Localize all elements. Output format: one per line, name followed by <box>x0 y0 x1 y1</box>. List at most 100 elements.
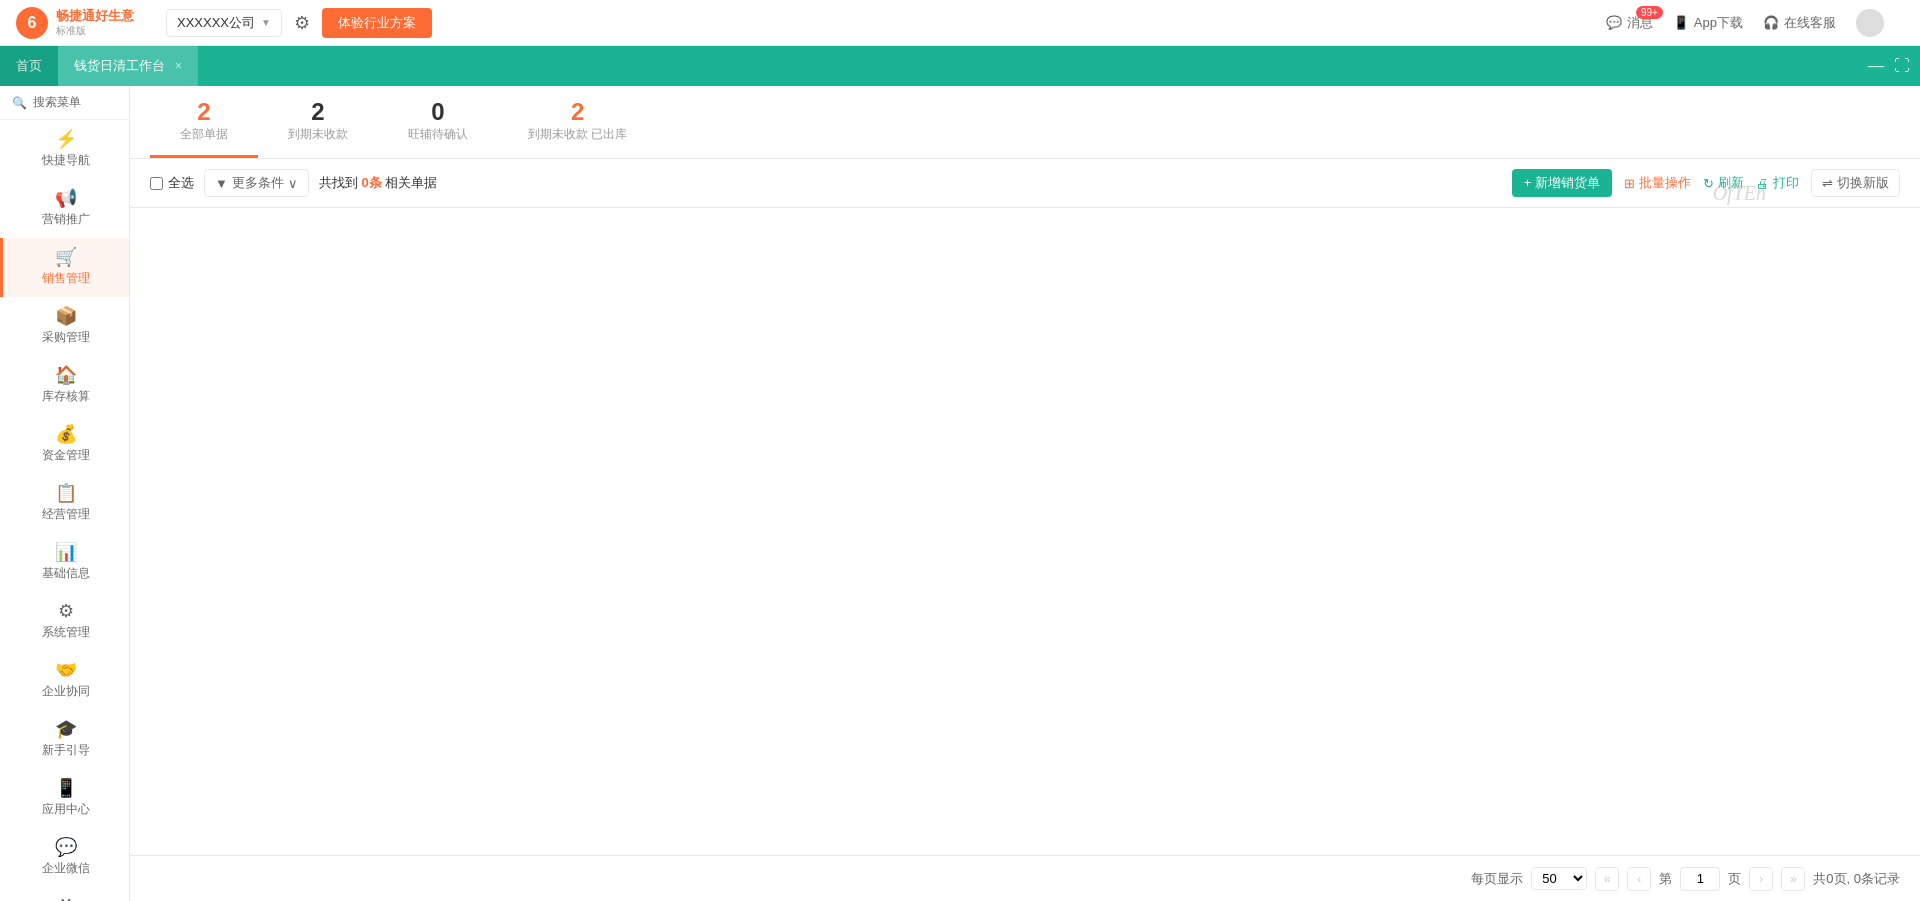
tab-bar: 首页 钱货日清工作台 × — ⛶ <box>0 46 1920 86</box>
stat-tab-overdue-unpaid[interactable]: 2 到期未收款 <box>258 86 378 158</box>
app-download-label: App下载 <box>1694 14 1743 32</box>
company-selector[interactable]: XXXXXX公司 ▼ <box>166 9 282 37</box>
page-number-input[interactable] <box>1680 867 1720 891</box>
found-text: 共找到 0条 相关单据 <box>319 174 437 192</box>
user-avatar[interactable] <box>1856 9 1884 37</box>
sidebar-item-guide[interactable]: 🎓 新手引导 <box>0 710 129 769</box>
base-info-icon: 📊 <box>55 543 77 561</box>
tab-home[interactable]: 首页 <box>0 46 58 86</box>
stat-pending-number: 0 <box>431 98 444 126</box>
sidebar-item-system[interactable]: ⚙ 系统管理 <box>0 592 129 651</box>
base-info-label: 基础信息 <box>42 565 90 582</box>
found-count: 0条 <box>362 175 382 190</box>
system-label: 系统管理 <box>42 624 90 641</box>
sidebar-item-operations[interactable]: 📋 经营管理 <box>0 474 129 533</box>
add-sales-btn[interactable]: + 新增销货单 <box>1512 169 1612 197</box>
page-size-select[interactable]: 50 100 200 <box>1531 867 1587 890</box>
total-info: 共0页, 0条记录 <box>1813 870 1900 888</box>
tab-minimize-icon[interactable]: — <box>1868 57 1884 75</box>
sidebar-item-quick-nav[interactable]: ⚡ 快捷导航 <box>0 120 129 179</box>
stat-overdue-label: 到期未收款 <box>288 126 348 143</box>
wechat-icon: 💬 <box>55 838 77 856</box>
logo-area: 6 畅捷通好生意 标准版 <box>16 7 134 39</box>
sidebar-item-wechat[interactable]: 💬 企业微信 <box>0 828 129 887</box>
page-label: 第 <box>1659 870 1672 888</box>
company-dropdown-arrow: ▼ <box>261 17 271 28</box>
sidebar-item-member[interactable]: V 畅会员 <box>0 887 129 901</box>
stat-all-number: 2 <box>197 98 210 126</box>
experience-btn[interactable]: 体验行业方案 <box>322 8 432 38</box>
stat-tab-pending-confirm[interactable]: 0 旺辅待确认 <box>378 86 498 158</box>
guide-icon: 🎓 <box>55 720 77 738</box>
sidebar-item-finance[interactable]: 💰 资金管理 <box>0 415 129 474</box>
tab-money-daily[interactable]: 钱货日清工作台 × <box>58 46 198 86</box>
tab-money-daily-label: 钱货日清工作台 <box>74 57 165 75</box>
toolbar-left: 全选 ▼ 更多条件 ∨ 共找到 0条 相关单据 <box>150 169 1502 197</box>
print-btn[interactable]: 🖨 打印 <box>1756 174 1799 192</box>
inventory-label: 库存核算 <box>42 388 90 405</box>
stat-tab-overdue-out[interactable]: 2 到期未收款 已出库 <box>498 86 657 158</box>
sales-icon: 🛒 <box>55 248 77 266</box>
sidebar-item-app-center[interactable]: 📱 应用中心 <box>0 769 129 828</box>
sidebar-item-marketing[interactable]: 📢 营销推广 <box>0 179 129 238</box>
stat-out-number: 2 <box>571 98 584 126</box>
messages-btn[interactable]: 💬 消息 99+ <box>1606 14 1653 32</box>
filter-arrow: ∨ <box>288 176 298 191</box>
logo-main: 畅捷通好生意 <box>56 8 134 25</box>
page-next-btn[interactable]: › <box>1749 867 1773 891</box>
batch-label: 批量操作 <box>1639 174 1691 192</box>
page-last-btn[interactable]: » <box>1781 867 1805 891</box>
found-prefix: 共找到 <box>319 175 358 190</box>
tab-bar-actions: — ⛶ <box>1868 57 1920 75</box>
page-first-btn[interactable]: « <box>1595 867 1619 891</box>
main-layout: 🔍 搜索菜单 ⚡ 快捷导航 📢 营销推广 🛒 销售管理 📦 采购管理 🏠 库存核… <box>0 86 1920 901</box>
select-all-checkbox[interactable]: 全选 <box>150 174 194 192</box>
filter-btn[interactable]: ▼ 更多条件 ∨ <box>204 169 309 197</box>
select-all-input[interactable] <box>150 177 163 190</box>
marketing-icon: 📢 <box>55 189 77 207</box>
purchase-label: 采购管理 <box>42 329 90 346</box>
stat-all-label: 全部单据 <box>180 126 228 143</box>
pagination: 每页显示 50 100 200 « ‹ 第 页 › » 共0页, 0条记录 <box>130 855 1920 901</box>
purchase-icon: 📦 <box>55 307 77 325</box>
table-area <box>130 208 1920 855</box>
sidebar-item-sales[interactable]: 🛒 销售管理 <box>0 238 129 297</box>
top-header: 6 畅捷通好生意 标准版 XXXXXX公司 ▼ ⚙ 体验行业方案 💬 消息 99… <box>0 0 1920 46</box>
online-service-btn[interactable]: 🎧 在线客服 <box>1763 14 1836 32</box>
app-center-label: 应用中心 <box>42 801 90 818</box>
system-icon: ⚙ <box>58 602 74 620</box>
cooperation-icon: 🤝 <box>55 661 77 679</box>
sidebar-item-base-info[interactable]: 📊 基础信息 <box>0 533 129 592</box>
header-right: 💬 消息 99+ 📱 App下载 🎧 在线客服 <box>1606 9 1904 37</box>
operations-icon: 📋 <box>55 484 77 502</box>
sidebar-item-inventory[interactable]: 🏠 库存核算 <box>0 356 129 415</box>
stat-tab-all[interactable]: 2 全部单据 <box>150 86 258 158</box>
tab-close-icon[interactable]: × <box>175 59 182 73</box>
refresh-icon: ↻ <box>1703 176 1714 191</box>
sidebar-item-cooperation[interactable]: 🤝 企业协同 <box>0 651 129 710</box>
sidebar-search[interactable]: 🔍 搜索菜单 <box>0 86 129 120</box>
switch-icon: ⇌ <box>1822 176 1833 191</box>
print-label: 打印 <box>1773 174 1799 192</box>
quick-nav-icon: ⚡ <box>55 130 77 148</box>
switch-version-btn[interactable]: ⇌ 切换新版 <box>1811 169 1900 197</box>
switch-label: 切换新版 <box>1837 174 1889 192</box>
app-download-btn[interactable]: 📱 App下载 <box>1673 14 1743 32</box>
tab-maximize-icon[interactable]: ⛶ <box>1894 57 1910 75</box>
page-prev-btn[interactable]: ‹ <box>1627 867 1651 891</box>
app-center-icon: 📱 <box>55 779 77 797</box>
operations-label: 经营管理 <box>42 506 90 523</box>
filter-label: 更多条件 <box>232 174 284 192</box>
page-suffix: 页 <box>1728 870 1741 888</box>
found-suffix: 相关单据 <box>385 175 437 190</box>
wechat-label: 企业微信 <box>42 860 90 877</box>
settings-icon[interactable]: ⚙ <box>294 12 310 34</box>
select-all-label: 全选 <box>168 174 194 192</box>
finance-icon: 💰 <box>55 425 77 443</box>
phone-icon: 📱 <box>1673 15 1689 30</box>
batch-ops-btn[interactable]: ⊞ 批量操作 <box>1624 174 1691 192</box>
sidebar-item-purchase[interactable]: 📦 采购管理 <box>0 297 129 356</box>
refresh-btn[interactable]: ↻ 刷新 <box>1703 174 1744 192</box>
quick-nav-label: 快捷导航 <box>42 152 90 169</box>
tab-home-label: 首页 <box>16 57 42 75</box>
